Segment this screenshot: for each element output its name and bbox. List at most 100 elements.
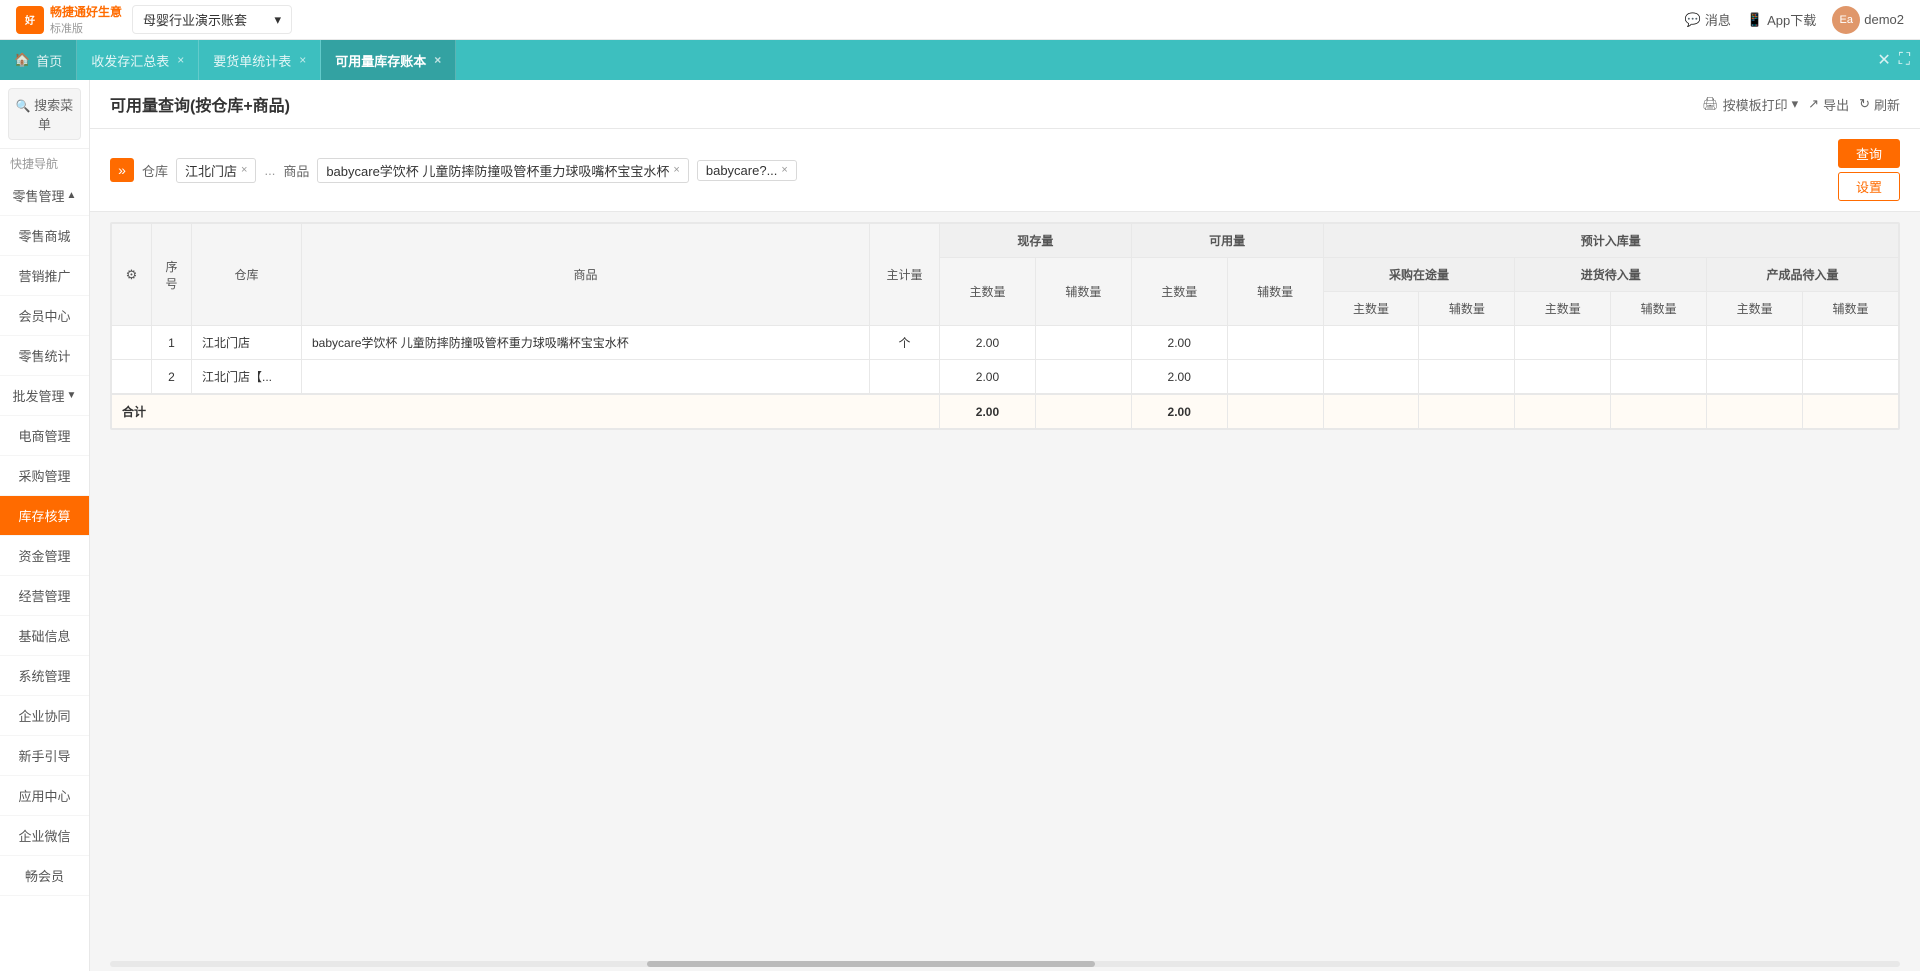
sidebar-item-basic-info[interactable]: 基础信息 (0, 616, 89, 656)
footer-available-main: 2.00 (1131, 394, 1227, 429)
col-available-group: 可用量 (1131, 224, 1323, 258)
col-produced-main: 主数量 (1707, 292, 1803, 326)
sidebar-item-retail-mall[interactable]: 零售商城 (0, 216, 89, 256)
col-purchase-group: 采购在途量 (1323, 258, 1515, 292)
chevron-up-icon: ▲ (67, 190, 77, 201)
table-row: 2 江北门店【... 2.00 2.00 (112, 360, 1899, 395)
scroll-area (90, 957, 1920, 971)
sidebar-item-marketing[interactable]: 营销推广 (0, 256, 89, 296)
col-index-header: 序号 (152, 224, 192, 326)
page-actions: 🖨 按模板打印 ▾ ↗ 导出 ↻ 刷新 (1702, 95, 1900, 114)
sidebar-item-sys-mgmt[interactable]: 系统管理 (0, 656, 89, 696)
search-menu-btn[interactable]: 🔍 搜索菜单 (8, 88, 81, 140)
print-icon: 🖨 (1702, 96, 1719, 112)
chevron-down-icon: ▼ (67, 390, 77, 401)
scrollbar-thumb[interactable] (647, 961, 1095, 967)
logo-icon: 好 (16, 6, 44, 34)
tab-available[interactable]: 可用量库存账本 × (321, 40, 456, 80)
settings-icon: ⚙ (126, 267, 138, 282)
col-warehouse-header: 仓库 (192, 224, 302, 326)
filter-right-btns: 查询 设置 (1838, 139, 1900, 201)
page-header: 可用量查询(按仓库+商品) 🖨 按模板打印 ▾ ↗ 导出 ↻ 刷新 (90, 80, 1920, 129)
content-area: 可用量查询(按仓库+商品) 🖨 按模板打印 ▾ ↗ 导出 ↻ 刷新 » (90, 80, 1920, 971)
sidebar-item-operations-mgmt[interactable]: 经营管理 (0, 576, 89, 616)
col-gear-header[interactable]: ⚙ (112, 224, 152, 326)
filter-toggle-btn[interactable]: » (110, 158, 134, 182)
footer-current-main: 2.00 (940, 394, 1036, 429)
close-window-btn[interactable]: ✕ (1877, 50, 1890, 70)
warehouse-ellipsis[interactable]: ... (264, 163, 275, 178)
top-bar: 好 畅捷通好生意 标准版 母婴行业演示账套 ▾ 💬 消息 📱 App下载 Ea … (0, 0, 1920, 40)
sidebar-item-inventory-check[interactable]: 库存核算 (0, 496, 89, 536)
message-btn[interactable]: 💬 消息 (1685, 10, 1731, 29)
avatar: Ea (1832, 6, 1860, 34)
print-template-btn[interactable]: 🖨 按模板打印 ▾ (1702, 95, 1798, 114)
col-produced-group: 产成品待入量 (1707, 258, 1899, 292)
sidebar-item-enterprise-wechat[interactable]: 企业微信 (0, 816, 89, 856)
goods-label: 商品 (283, 161, 309, 180)
app-download-btn[interactable]: 📱 App下载 (1747, 10, 1816, 29)
col-current-main: 主数量 (940, 258, 1036, 326)
app-icon: 📱 (1747, 12, 1763, 28)
export-btn[interactable]: ↗ 导出 (1808, 95, 1849, 114)
goods-tag2-close[interactable]: × (781, 164, 787, 176)
warehouse-tag-close[interactable]: × (241, 164, 247, 176)
sidebar-item-finance-mgmt[interactable]: 资金管理 (0, 536, 89, 576)
col-purchase-aux: 辅数量 (1419, 292, 1515, 326)
tab-receive-close[interactable]: × (177, 53, 184, 67)
col-unit-header: 主计量 (870, 224, 940, 326)
window-controls: ✕ ⛶ (1867, 40, 1920, 80)
col-incoming-aux: 辅数量 (1611, 292, 1707, 326)
export-icon: ↗ (1808, 96, 1819, 112)
footer-row: 合计 2.00 2.00 (112, 394, 1899, 429)
warehouse-label: 仓库 (142, 161, 168, 180)
tab-available-close[interactable]: × (434, 53, 441, 67)
tab-order-stats[interactable]: 要货单统计表 × (199, 40, 321, 80)
warehouse-tag[interactable]: 江北门店 × (176, 158, 256, 183)
main-table: ⚙ 序号 仓库 商品 主计量 现存量 可用量 预计入库量 主数量 (111, 223, 1899, 429)
horizontal-scrollbar[interactable] (110, 961, 1900, 967)
col-incoming-group: 进货待入量 (1515, 258, 1707, 292)
sidebar-item-member-center[interactable]: 会员中心 (0, 296, 89, 336)
industry-selector[interactable]: 母婴行业演示账套 ▾ (132, 5, 292, 34)
sidebar-item-new-guide[interactable]: 新手引导 (0, 736, 89, 776)
chevron-down-icon: ▾ (274, 12, 281, 28)
logo: 好 畅捷通好生意 标准版 (16, 3, 122, 36)
sidebar-item-retail-stats[interactable]: 零售统计 (0, 336, 89, 376)
tab-order-stats-close[interactable]: × (299, 53, 306, 67)
logo-text: 畅捷通好生意 标准版 (50, 3, 122, 36)
sidebar-item-member[interactable]: 畅会员 (0, 856, 89, 896)
tab-spacer (456, 40, 1867, 80)
refresh-icon: ↻ (1859, 96, 1870, 112)
refresh-btn[interactable]: ↻ 刷新 (1859, 95, 1900, 114)
set-btn[interactable]: 设置 (1838, 172, 1900, 201)
goods-tag2[interactable]: babycare?... × (697, 160, 797, 181)
top-bar-left: 好 畅捷通好生意 标准版 母婴行业演示账套 ▾ (16, 3, 292, 36)
sidebar-item-purchase-mgmt[interactable]: 采购管理 (0, 456, 89, 496)
tab-receive[interactable]: 收发存汇总表 × (77, 40, 199, 80)
quick-nav-label: 快捷导航 (0, 149, 89, 176)
filter-area: » 仓库 江北门店 × ... 商品 babycare学饮杯 儿童防摔防撞吸管杯… (90, 129, 1920, 212)
col-current-aux: 辅数量 (1035, 258, 1131, 326)
tab-home[interactable]: 🏠 首页 (0, 40, 77, 80)
sidebar-item-ecom-mgmt[interactable]: 电商管理 (0, 416, 89, 456)
sidebar-item-wholesale-mgmt[interactable]: 批发管理 ▼ (0, 376, 89, 416)
col-goods-header: 商品 (302, 224, 870, 326)
maximize-window-btn[interactable]: ⛶ (1899, 51, 1910, 69)
goods-tag1[interactable]: babycare学饮杯 儿童防摔防撞吸管杯重力球吸嘴杯宝宝水杯 × (317, 158, 689, 183)
main-layout: 🔍 搜索菜单 快捷导航 零售管理 ▲ 零售商城 营销推广 会员中心 零售统计 批… (0, 80, 1920, 971)
table-row: 1 江北门店 babycare学饮杯 儿童防摔防撞吸管杯重力球吸嘴杯宝宝水杯 个… (112, 326, 1899, 360)
sidebar: 🔍 搜索菜单 快捷导航 零售管理 ▲ 零售商城 营销推广 会员中心 零售统计 批… (0, 80, 90, 971)
sidebar-item-app-center[interactable]: 应用中心 (0, 776, 89, 816)
goods-tag1-close[interactable]: × (673, 164, 679, 176)
sidebar-search-area: 🔍 搜索菜单 (0, 80, 89, 149)
sidebar-item-enterprise-collab[interactable]: 企业协同 (0, 696, 89, 736)
col-incoming-main: 主数量 (1515, 292, 1611, 326)
footer-label: 合计 (112, 394, 940, 429)
query-btn[interactable]: 查询 (1838, 139, 1900, 168)
user-profile[interactable]: Ea demo2 (1832, 6, 1904, 34)
table-area: ⚙ 序号 仓库 商品 主计量 现存量 可用量 预计入库量 主数量 (90, 212, 1920, 957)
chevron-down-icon: ▾ (1792, 96, 1799, 112)
sidebar-item-retail-mgmt[interactable]: 零售管理 ▲ (0, 176, 89, 216)
home-icon: 🏠 (14, 52, 30, 68)
